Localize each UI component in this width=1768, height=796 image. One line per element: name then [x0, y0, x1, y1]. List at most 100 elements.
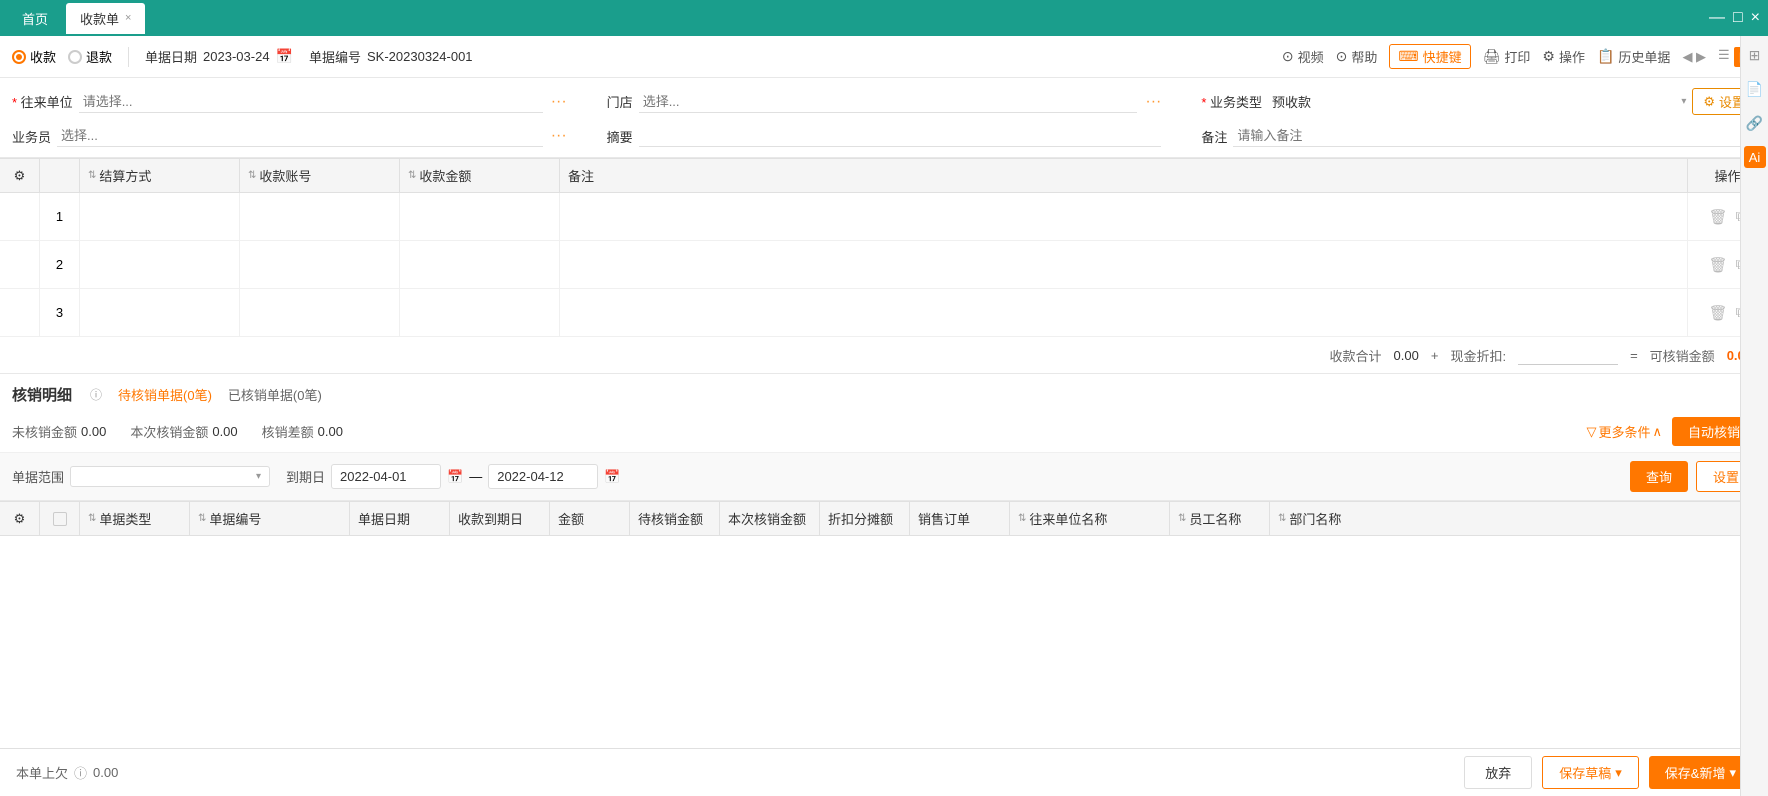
done-tab-link[interactable]: 已核销单据(0笔) — [228, 385, 322, 404]
th-account-sort-icon[interactable]: ⇅ — [248, 170, 256, 181]
date-value[interactable]: 2023-03-24 — [203, 49, 270, 64]
save-new-button[interactable]: 保存&新增 ▾ — [1649, 756, 1752, 789]
tab-home[interactable]: 首页 — [8, 3, 62, 34]
bottom-left: 本单上欠 ⓘ 0.00 — [16, 763, 118, 782]
delete-icon-1[interactable]: 🗑 — [1709, 208, 1728, 226]
th-account-label: 收款账号 — [259, 166, 311, 185]
td-account-2[interactable] — [240, 241, 400, 288]
bth-gear[interactable]: ⚙ — [0, 502, 40, 535]
bth-amount: 金额 — [550, 502, 630, 535]
video-action[interactable]: ⊙ 视频 — [1282, 47, 1324, 66]
summary-input[interactable] — [639, 125, 1162, 147]
operations-label: 操作 — [1559, 47, 1585, 66]
shop-input[interactable] — [639, 91, 1138, 113]
td-settle-3[interactable] — [80, 289, 240, 336]
gear-icon: ⚙ — [1703, 94, 1715, 110]
number-value[interactable]: SK-20230324-001 — [367, 49, 473, 64]
discount-input[interactable] — [1518, 345, 1618, 365]
remark-input[interactable] — [1233, 125, 1756, 147]
td-settle-1[interactable] — [80, 193, 240, 240]
delete-icon-2[interactable]: 🗑 — [1709, 256, 1728, 274]
sidebar-link-icon[interactable]: 🔗 — [1744, 112, 1766, 134]
td-account-3[interactable] — [240, 289, 400, 336]
window-maximize-icon[interactable]: □ — [1733, 9, 1743, 27]
query-button[interactable]: 查询 — [1630, 461, 1688, 492]
biz-type-value[interactable]: 预收款 — [1268, 89, 1675, 114]
toolbar-right: ⊙ 视频 ⊙ 帮助 ⌨ 快捷键 🖨 打印 ⚙ 操作 📋 历史单据 — [1282, 44, 1756, 69]
save-draft-button[interactable]: 保存草稿 ▾ — [1542, 756, 1639, 789]
date-to-input[interactable] — [488, 464, 598, 489]
sidebar-doc-icon[interactable]: 📄 — [1744, 78, 1766, 100]
remark-field: 备注 — [1201, 125, 1756, 147]
print-action[interactable]: 🖨 打印 — [1483, 47, 1531, 66]
pending-tab-link[interactable]: 待核销单据(0笔) — [118, 385, 212, 404]
bth-dept-sort-icon[interactable]: ⇅ — [1278, 513, 1286, 524]
tab-active[interactable]: 收款单 × — [66, 3, 145, 34]
total-label: 收款合计 — [1330, 346, 1382, 365]
operations-action[interactable]: ⚙ 操作 — [1542, 47, 1585, 66]
calendar-from-icon[interactable]: 📅 — [447, 469, 463, 485]
td-gear-2 — [0, 241, 40, 288]
sidebar-table-icon[interactable]: ⊞ — [1744, 44, 1766, 66]
bth-type-sort-icon[interactable]: ⇅ — [88, 513, 96, 524]
shop-more-icon[interactable]: ··· — [1145, 93, 1161, 111]
section-info-icon[interactable]: ⓘ — [90, 386, 102, 403]
delete-icon-3[interactable]: 🗑 — [1709, 304, 1728, 322]
calendar-icon[interactable]: 📅 — [276, 48, 293, 65]
radio-receive[interactable]: 收款 — [12, 47, 56, 66]
biz-type-chevron-icon[interactable]: ▾ — [1681, 96, 1686, 107]
more-conditions-button[interactable]: ▽ 更多条件 ∧ — [1586, 422, 1662, 441]
staff-more-icon[interactable]: ··· — [551, 127, 567, 145]
bth-discount-label: 折扣分摊额 — [828, 509, 893, 528]
filter-icon: ▽ — [1586, 424, 1596, 440]
td-amount-1[interactable] — [400, 193, 560, 240]
bth-checkbox[interactable] — [40, 502, 80, 535]
radio-refund[interactable]: 退款 — [68, 47, 112, 66]
window-close-icon[interactable]: × — [1751, 9, 1760, 27]
td-remark-1[interactable] — [560, 193, 1688, 240]
header-checkbox[interactable] — [53, 512, 67, 526]
vendor-input[interactable] — [79, 91, 543, 113]
td-remark-2[interactable] — [560, 241, 1688, 288]
toolbar: 收款 退款 单据日期 2023-03-24 📅 单据编号 SK-20230324… — [0, 36, 1768, 78]
shortcut-action[interactable]: ⌨ 快捷键 — [1389, 44, 1470, 69]
td-remark-3[interactable] — [560, 289, 1688, 336]
tab-close-icon[interactable]: × — [125, 12, 131, 24]
date-from-input[interactable] — [331, 464, 441, 489]
plus-sign: + — [1431, 348, 1439, 363]
bth-no-sort-icon[interactable]: ⇅ — [198, 513, 206, 524]
unchecked-item: 未核销金额 0.00 — [12, 422, 106, 441]
keyboard-icon: ⌨ — [1398, 48, 1418, 65]
sidebar-ai-icon[interactable]: Ai — [1744, 146, 1766, 168]
calendar-to-icon[interactable]: 📅 — [604, 469, 620, 485]
window-minimize-icon[interactable]: — — [1709, 9, 1725, 27]
diff-label: 核销差额 — [262, 422, 314, 441]
td-account-1[interactable] — [240, 193, 400, 240]
bth-discount: 折扣分摊额 — [820, 502, 910, 535]
td-amount-2[interactable] — [400, 241, 560, 288]
td-amount-3[interactable] — [400, 289, 560, 336]
bth-vendor-sort-icon[interactable]: ⇅ — [1018, 513, 1026, 524]
td-settle-2[interactable] — [80, 241, 240, 288]
range-select[interactable]: ▾ — [70, 466, 270, 487]
abandon-button[interactable]: 放弃 — [1464, 756, 1532, 789]
history-action[interactable]: 📋 历史单据 — [1597, 47, 1670, 66]
staff-input[interactable] — [57, 125, 543, 147]
table-row: 1 🗑 ⧉ — [0, 193, 1768, 241]
list-view-icon[interactable]: ☰ — [1718, 47, 1730, 67]
vendor-more-icon[interactable]: ··· — [551, 93, 567, 111]
help-action[interactable]: ⊙ 帮助 — [1336, 47, 1378, 66]
th-amount-sort-icon[interactable]: ⇅ — [408, 170, 416, 181]
number-label: 单据编号 — [309, 47, 361, 66]
bottom-bar: 本单上欠 ⓘ 0.00 放弃 保存草稿 ▾ 保存&新增 ▾ — [0, 748, 1768, 796]
diff-value: 0.00 — [318, 424, 343, 439]
prev-info-icon[interactable]: ⓘ — [74, 763, 87, 782]
th-gear[interactable]: ⚙ — [0, 159, 40, 192]
bth-staff-sort-icon[interactable]: ⇅ — [1178, 513, 1186, 524]
bth-type: ⇅ 单据类型 — [80, 502, 190, 535]
date-label: 单据日期 — [145, 47, 197, 66]
th-settle-sort-icon[interactable]: ⇅ — [88, 170, 96, 181]
nav-arrows[interactable]: ◀ ▶ — [1682, 49, 1706, 65]
biz-type-label: 业务类型 — [1201, 92, 1262, 111]
shop-label: 门店 — [607, 92, 633, 111]
